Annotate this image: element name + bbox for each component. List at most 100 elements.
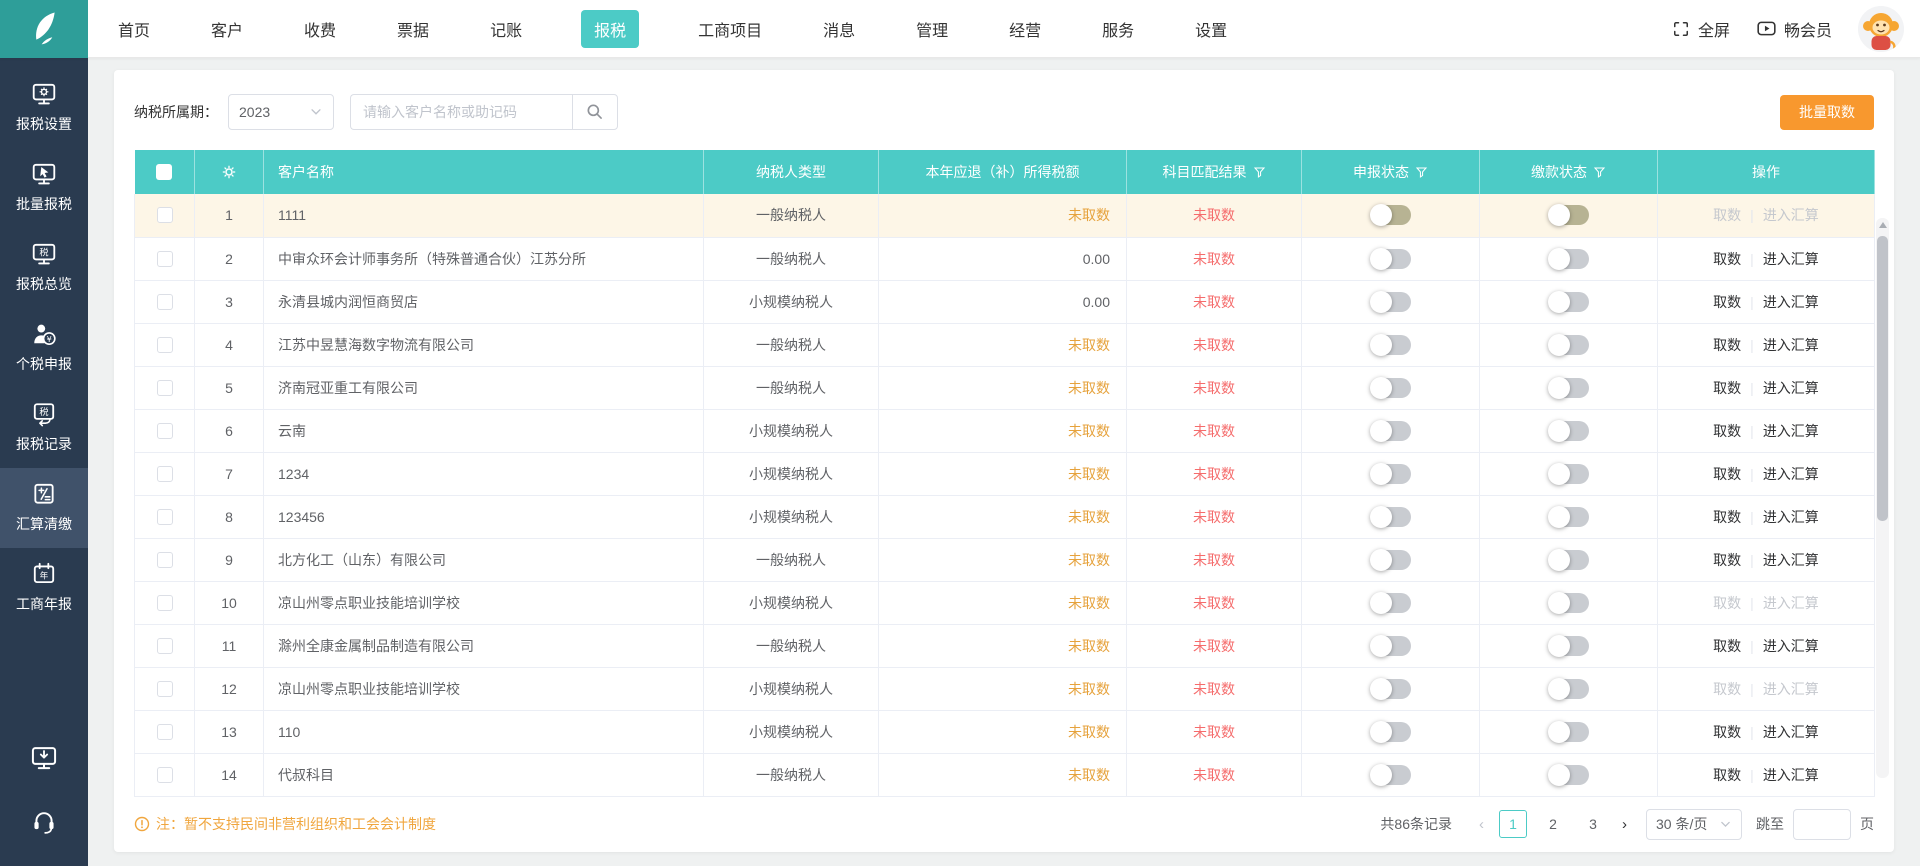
- enter-settlement-link[interactable]: 进入汇算: [1763, 423, 1819, 439]
- declare-status-toggle[interactable]: [1369, 419, 1411, 442]
- declare-status-toggle[interactable]: [1369, 677, 1411, 700]
- topnav-item[interactable]: 设置: [1193, 10, 1229, 48]
- payment-status-toggle[interactable]: [1547, 376, 1589, 399]
- scrollbar-thumb[interactable]: [1877, 236, 1888, 521]
- sidebar-item-工商年报[interactable]: 年工商年报: [0, 548, 88, 628]
- fetch-data-link[interactable]: 取数: [1713, 294, 1741, 310]
- customer-search-input[interactable]: [350, 94, 572, 130]
- payment-status-toggle[interactable]: [1547, 505, 1589, 528]
- declare-status-toggle[interactable]: [1369, 247, 1411, 270]
- fetch-data-link[interactable]: 取数: [1713, 552, 1741, 568]
- search-button[interactable]: [572, 94, 618, 130]
- page-number-1[interactable]: 1: [1499, 810, 1527, 838]
- fetch-data-link[interactable]: 取数: [1713, 681, 1741, 697]
- row-checkbox[interactable]: [156, 766, 173, 783]
- batch-fetch-button[interactable]: 批量取数: [1780, 94, 1874, 130]
- jump-page-input[interactable]: [1793, 808, 1851, 840]
- support-headset-button[interactable]: [30, 807, 58, 840]
- row-checkbox[interactable]: [156, 637, 173, 654]
- payment-status-toggle[interactable]: [1547, 763, 1589, 786]
- topnav-item[interactable]: 经营: [1007, 10, 1043, 48]
- row-checkbox[interactable]: [156, 680, 173, 697]
- declare-status-toggle[interactable]: [1369, 290, 1411, 313]
- row-checkbox[interactable]: [156, 465, 173, 482]
- row-checkbox[interactable]: [156, 551, 173, 568]
- page-number-3[interactable]: 3: [1579, 810, 1607, 838]
- row-checkbox[interactable]: [156, 422, 173, 439]
- gear-icon[interactable]: [220, 163, 238, 181]
- declare-status-toggle[interactable]: [1369, 763, 1411, 786]
- enter-settlement-link[interactable]: 进入汇算: [1763, 509, 1819, 525]
- payment-status-toggle[interactable]: [1547, 677, 1589, 700]
- fetch-data-link[interactable]: 取数: [1713, 724, 1741, 740]
- row-checkbox[interactable]: [156, 508, 173, 525]
- declare-status-toggle[interactable]: [1369, 505, 1411, 528]
- enter-settlement-link[interactable]: 进入汇算: [1763, 681, 1819, 697]
- declare-status-toggle[interactable]: [1369, 376, 1411, 399]
- scrollbar-up-arrow[interactable]: [1878, 222, 1887, 228]
- topnav-item[interactable]: 首页: [116, 10, 152, 48]
- fetch-data-link[interactable]: 取数: [1713, 380, 1741, 396]
- payment-status-toggle[interactable]: [1547, 720, 1589, 743]
- declare-status-toggle[interactable]: [1369, 591, 1411, 614]
- declare-status-toggle[interactable]: [1369, 204, 1411, 227]
- topnav-item[interactable]: 票据: [395, 10, 431, 48]
- declare-status-toggle[interactable]: [1369, 333, 1411, 356]
- declare-status-toggle[interactable]: [1369, 462, 1411, 485]
- topnav-item[interactable]: 收费: [302, 10, 338, 48]
- enter-settlement-link[interactable]: 进入汇算: [1763, 251, 1819, 267]
- filter-funnel-icon[interactable]: [1593, 166, 1606, 179]
- fetch-data-link[interactable]: 取数: [1713, 207, 1741, 223]
- enter-settlement-link[interactable]: 进入汇算: [1763, 337, 1819, 353]
- row-checkbox[interactable]: [156, 293, 173, 310]
- declare-status-toggle[interactable]: [1369, 548, 1411, 571]
- payment-status-toggle[interactable]: [1547, 634, 1589, 657]
- sidebar-item-报税设置[interactable]: 报税设置: [0, 68, 88, 148]
- fetch-data-link[interactable]: 取数: [1713, 509, 1741, 525]
- row-checkbox[interactable]: [156, 207, 173, 224]
- sidebar-item-报税总览[interactable]: 税报税总览: [0, 228, 88, 308]
- payment-status-toggle[interactable]: [1547, 419, 1589, 442]
- payment-status-toggle[interactable]: [1547, 333, 1589, 356]
- topnav-item[interactable]: 工商项目: [696, 10, 764, 48]
- member-video-button[interactable]: 畅会员: [1756, 17, 1832, 41]
- payment-status-toggle[interactable]: [1547, 247, 1589, 270]
- filter-funnel-icon[interactable]: [1253, 166, 1266, 179]
- fetch-data-link[interactable]: 取数: [1713, 595, 1741, 611]
- sidebar-item-批量报税[interactable]: 批量报税: [0, 148, 88, 228]
- enter-settlement-link[interactable]: 进入汇算: [1763, 466, 1819, 482]
- enter-settlement-link[interactable]: 进入汇算: [1763, 380, 1819, 396]
- select-all-checkbox[interactable]: [156, 164, 173, 180]
- topnav-item[interactable]: 客户: [209, 10, 245, 48]
- sidebar-item-汇算清缴[interactable]: 汇算清缴: [0, 468, 88, 548]
- row-checkbox[interactable]: [156, 723, 173, 740]
- payment-status-toggle[interactable]: [1547, 204, 1589, 227]
- sidebar-item-报税记录[interactable]: 税报税记录: [0, 388, 88, 468]
- payment-status-toggle[interactable]: [1547, 591, 1589, 614]
- fullscreen-button[interactable]: 全屏: [1671, 17, 1730, 41]
- topnav-item[interactable]: 消息: [821, 10, 857, 48]
- page-number-2[interactable]: 2: [1539, 810, 1567, 838]
- enter-settlement-link[interactable]: 进入汇算: [1763, 767, 1819, 783]
- enter-settlement-link[interactable]: 进入汇算: [1763, 595, 1819, 611]
- fetch-data-link[interactable]: 取数: [1713, 423, 1741, 439]
- prev-page-button[interactable]: ‹: [1479, 816, 1484, 833]
- topnav-item[interactable]: 报税: [581, 9, 640, 48]
- next-page-button[interactable]: ›: [1622, 816, 1627, 833]
- fetch-data-link[interactable]: 取数: [1713, 767, 1741, 783]
- client-download-button[interactable]: [30, 744, 58, 777]
- enter-settlement-link[interactable]: 进入汇算: [1763, 294, 1819, 310]
- fetch-data-link[interactable]: 取数: [1713, 638, 1741, 654]
- topnav-item[interactable]: 管理: [914, 10, 950, 48]
- fetch-data-link[interactable]: 取数: [1713, 466, 1741, 482]
- fetch-data-link[interactable]: 取数: [1713, 251, 1741, 267]
- tax-period-select[interactable]: 2023: [228, 94, 334, 130]
- topnav-item[interactable]: 记账: [488, 10, 524, 48]
- fetch-data-link[interactable]: 取数: [1713, 337, 1741, 353]
- row-checkbox[interactable]: [156, 379, 173, 396]
- page-size-select[interactable]: 30 条/页: [1646, 808, 1742, 840]
- payment-status-toggle[interactable]: [1547, 548, 1589, 571]
- declare-status-toggle[interactable]: [1369, 634, 1411, 657]
- row-checkbox[interactable]: [156, 336, 173, 353]
- sidebar-item-个税申报[interactable]: ¥ 个税申报: [0, 308, 88, 388]
